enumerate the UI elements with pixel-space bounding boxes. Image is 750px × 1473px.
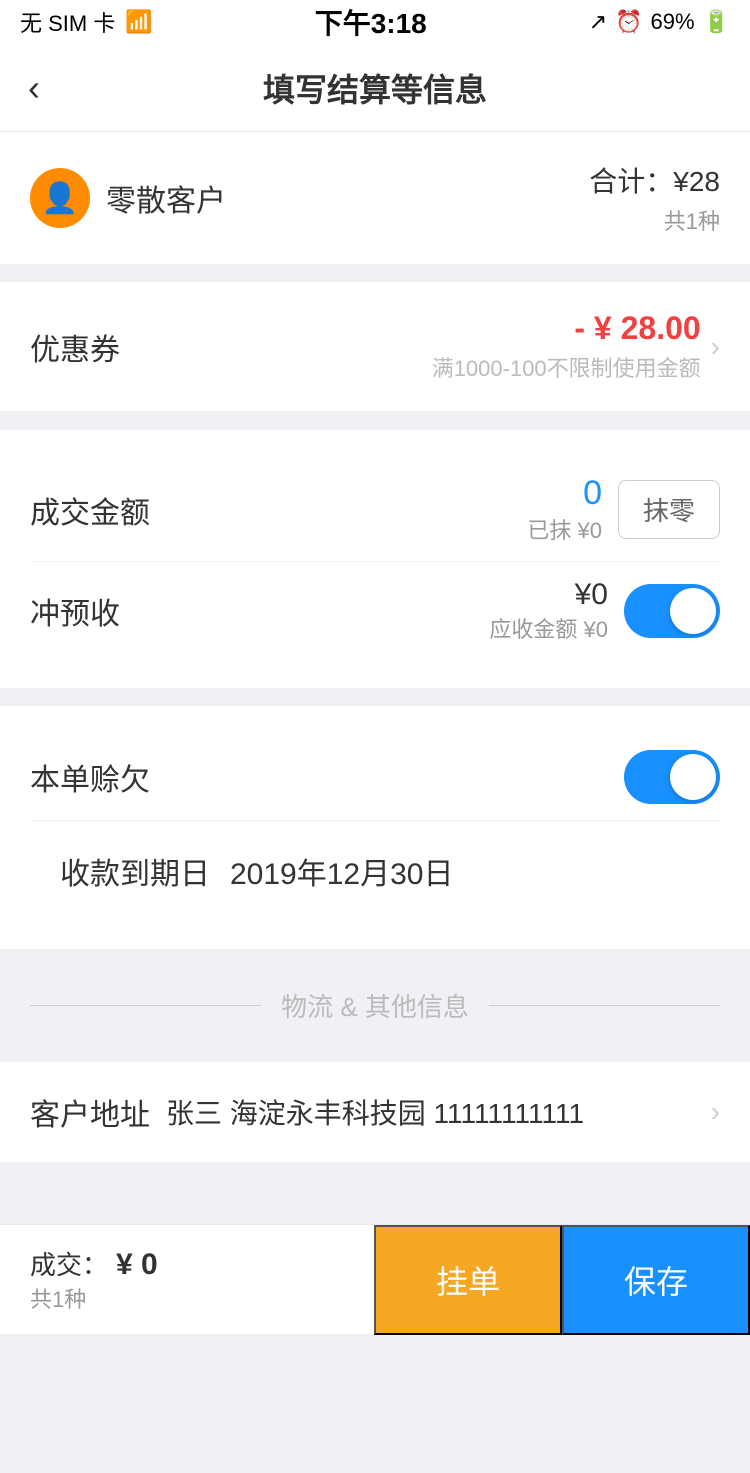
- coupon-right: - ¥ 28.00 满1000-100不限制使用金额 ›: [432, 310, 720, 383]
- transaction-value: 0: [527, 474, 602, 513]
- hold-button[interactable]: 挂单: [374, 1225, 562, 1335]
- prepayment-label: 冲预收: [30, 589, 120, 633]
- bottom-count: 共1种: [30, 1282, 344, 1314]
- status-bar: 无 SIM 卡 📶 下午3:18 ↗ ⏰ 69% 🔋: [0, 0, 750, 44]
- debit-section: 本单赊欠 收款到期日 2019年12月30日: [0, 706, 750, 949]
- transaction-row: 成交金额 0 已抹 ¥0 抹零: [30, 458, 720, 561]
- bottom-info: 成交： ¥ 0 共1种: [0, 1245, 374, 1314]
- transaction-right: 0 已抹 ¥0 抹零: [527, 474, 720, 545]
- logistics-sep-text: 物流 & 其他信息: [281, 987, 469, 1024]
- logistics-separator: 物流 & 其他信息: [0, 967, 750, 1044]
- nav-bar: ‹ 填写结算等信息: [0, 44, 750, 132]
- total-label: 合计：¥28: [589, 160, 720, 200]
- bottom-transaction-row: 成交： ¥ 0: [30, 1245, 344, 1282]
- battery-label: 69%: [651, 9, 695, 35]
- debit-toggle[interactable]: [624, 750, 720, 804]
- bottom-amount: ¥ 0: [116, 1248, 158, 1282]
- total-count: 共1种: [589, 204, 720, 236]
- location-icon: ↗: [589, 9, 607, 35]
- coupon-discount: - ¥ 28.00: [432, 310, 701, 347]
- status-left: 无 SIM 卡 📶: [20, 6, 153, 38]
- customer-right: 合计：¥28 共1种: [589, 160, 720, 236]
- back-button[interactable]: ‹: [28, 67, 40, 109]
- prepayment-toggle[interactable]: [624, 584, 720, 638]
- avatar: 👤: [30, 168, 90, 228]
- coupon-chevron-icon: ›: [711, 331, 720, 363]
- customer-row: 👤 零散客户 合计：¥28 共1种: [0, 132, 750, 264]
- transaction-sub: 已抹 ¥0: [527, 513, 602, 545]
- sep-line-right: [489, 1005, 720, 1006]
- status-time: 下午3:18: [315, 2, 427, 42]
- prepayment-right: ¥0 应收金额 ¥0: [489, 578, 720, 644]
- round-button[interactable]: 抹零: [618, 480, 720, 539]
- coupon-description: 满1000-100不限制使用金额: [432, 351, 701, 383]
- debit-toggle-knob: [670, 754, 716, 800]
- status-right: ↗ ⏰ 69% 🔋: [589, 9, 730, 35]
- avatar-icon: 👤: [41, 181, 78, 216]
- coupon-row[interactable]: 优惠券 - ¥ 28.00 满1000-100不限制使用金额 ›: [0, 282, 750, 412]
- transaction-label: 成交金额: [30, 488, 150, 532]
- debit-label: 本单赊欠: [30, 755, 150, 799]
- bottom-bar: 成交： ¥ 0 共1种 挂单 保存: [0, 1224, 750, 1334]
- alarm-icon: ⏰: [615, 9, 642, 35]
- address-label: 客户地址: [30, 1090, 150, 1134]
- no-sim-label: 无 SIM 卡: [20, 6, 115, 38]
- battery-icon: 🔋: [703, 9, 730, 35]
- address-chevron-icon: ›: [711, 1096, 720, 1128]
- sep-line-left: [30, 1005, 261, 1006]
- prepayment-row: 冲预收 ¥0 应收金额 ¥0: [30, 562, 720, 660]
- customer-name: 零散客户: [106, 176, 226, 220]
- transaction-right-col: 0 已抹 ¥0: [527, 474, 602, 545]
- prepayment-right-col: ¥0 应收金额 ¥0: [489, 578, 608, 644]
- nav-title: 填写结算等信息: [263, 65, 487, 111]
- due-date-row: 收款到期日 2019年12月30日: [30, 821, 720, 921]
- coupon-label: 优惠券: [30, 325, 120, 369]
- debit-row: 本单赊欠: [30, 734, 720, 820]
- customer-left: 👤 零散客户: [30, 168, 226, 228]
- coupon-info: - ¥ 28.00 满1000-100不限制使用金额: [432, 310, 701, 383]
- due-date-value: 2019年12月30日: [230, 849, 453, 893]
- wifi-icon: 📶: [125, 9, 152, 35]
- prepayment-sub: 应收金额 ¥0: [489, 612, 608, 644]
- prepayment-amount: ¥0: [489, 578, 608, 612]
- content-area: 👤 零散客户 合计：¥28 共1种 优惠券 - ¥ 28.00 满1000-10…: [0, 132, 750, 1362]
- address-row[interactable]: 客户地址 张三 海淀永丰科技园 11111111111 ›: [0, 1062, 750, 1162]
- save-button[interactable]: 保存: [562, 1225, 750, 1335]
- bottom-transaction-label: 成交：: [30, 1245, 108, 1282]
- transaction-section: 成交金额 0 已抹 ¥0 抹零 冲预收 ¥0 应收金额 ¥0: [0, 430, 750, 688]
- toggle-knob: [670, 588, 716, 634]
- due-date-label: 收款到期日: [60, 849, 210, 893]
- address-value: 张三 海淀永丰科技园 11111111111: [150, 1092, 711, 1132]
